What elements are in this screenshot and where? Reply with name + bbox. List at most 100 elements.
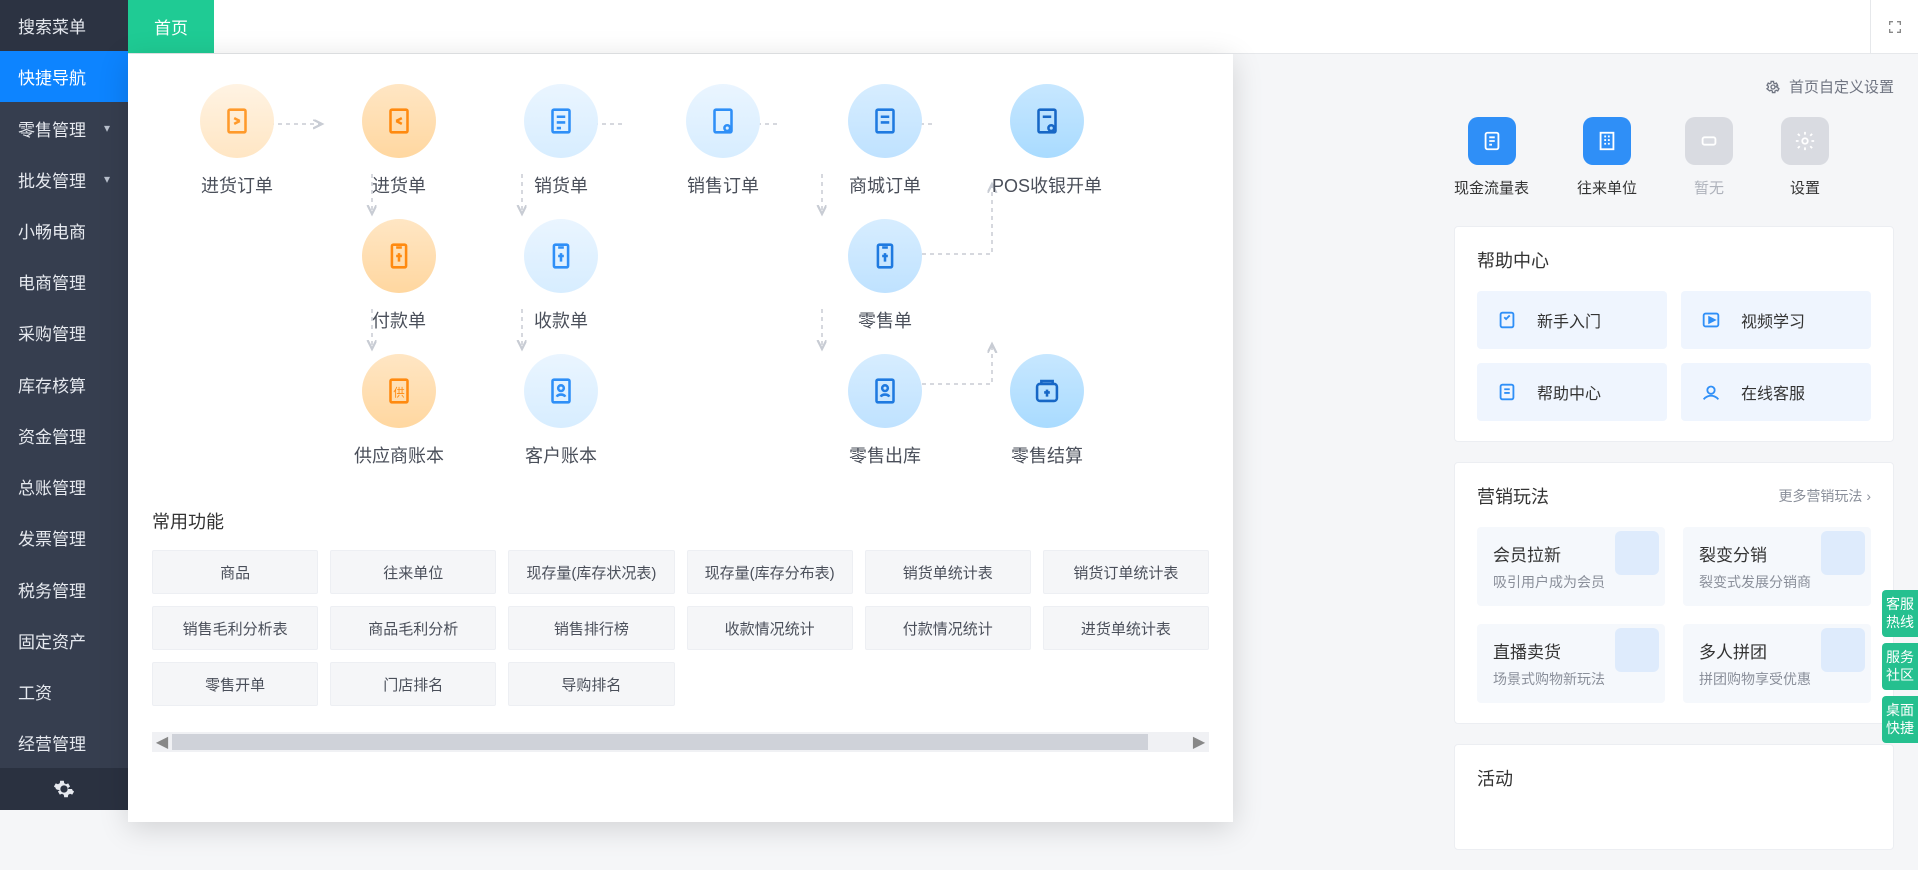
sidebar-item-inventory[interactable]: 库存核算 (0, 359, 128, 410)
flow-label: 收款单 (534, 307, 588, 333)
flow-payment[interactable]: 付款单 (314, 219, 484, 333)
flow-label: 商城订单 (849, 172, 921, 198)
document-icon (1493, 378, 1521, 406)
tab-home[interactable]: 首页 (128, 0, 214, 53)
side-floats: 客服热线 服务社区 桌面快捷 (1882, 590, 1918, 743)
common-btn[interactable]: 商品毛利分析 (330, 606, 496, 650)
help-label: 视频学习 (1741, 308, 1805, 332)
more-label: 更多营销玩法 (1778, 488, 1862, 504)
sidebar-item-retail[interactable]: 零售管理 ▾ (0, 102, 128, 153)
doc-lock-icon (686, 84, 760, 158)
common-btn[interactable]: 销货单统计表 (865, 550, 1031, 594)
side-community[interactable]: 服务社区 (1882, 643, 1918, 690)
common-btn[interactable]: 销售排行榜 (508, 606, 674, 650)
common-btn[interactable]: 收款情况统计 (687, 606, 853, 650)
sidebar-item-purchase[interactable]: 采购管理 (0, 307, 128, 358)
doc-in-icon (200, 84, 274, 158)
sidebar-item-wholesale[interactable]: 批发管理 ▾ (0, 154, 128, 205)
scroll-track[interactable] (172, 734, 1189, 750)
help-label: 在线客服 (1741, 380, 1805, 404)
scroll-thumb[interactable] (172, 734, 1148, 750)
sidebar-item-tax[interactable]: 税务管理 (0, 563, 128, 614)
common-btn[interactable]: 导购排名 (508, 662, 674, 706)
sidebar-item-label: 总账管理 (18, 474, 86, 499)
sidebar-item-biz[interactable]: 经营管理 (0, 717, 128, 768)
marketing-item-fission[interactable]: 裂变分销 裂变式发展分销商 (1683, 527, 1871, 606)
shortcut-empty[interactable]: 暂无 (1685, 117, 1733, 198)
common-btn[interactable]: 销货订单统计表 (1043, 550, 1209, 594)
svg-text:供: 供 (393, 386, 404, 400)
home-customize-label: 首页自定义设置 (1789, 76, 1894, 97)
flow-label: 客户账本 (525, 442, 597, 468)
sidebar-search[interactable]: 搜索菜单 (0, 0, 128, 51)
common-btn[interactable]: 往来单位 (330, 550, 496, 594)
common-btn[interactable]: 销售毛利分析表 (152, 606, 318, 650)
flow-purchase[interactable]: 进货单 (314, 84, 484, 198)
scroll-left-icon[interactable]: ◀ (152, 732, 172, 752)
sidebar-item-funds[interactable]: 资金管理 (0, 410, 128, 461)
sidebar-item-ecommerce[interactable]: 电商管理 (0, 256, 128, 307)
shortcut-cashflow[interactable]: 现金流量表 (1454, 117, 1529, 198)
home-customize-link[interactable]: 首页自定义设置 (1454, 54, 1894, 109)
sidebar-item-quicknav[interactable]: 快捷导航 (0, 51, 128, 102)
common-btn[interactable]: 门店排名 (330, 662, 496, 706)
help-video[interactable]: 视频学习 (1681, 291, 1871, 349)
sidebar-item-label: 批发管理 (18, 167, 86, 192)
flow-receipt[interactable]: 收款单 (476, 219, 646, 333)
common-btn[interactable]: 现存量(库存分布表) (687, 550, 853, 594)
flow-diagram: 进货订单 进货单 销货单 销售订单 商城订单 POS收银开单 (152, 84, 1209, 504)
side-desktop[interactable]: 桌面快捷 (1882, 696, 1918, 743)
help-beginner[interactable]: 新手入门 (1477, 291, 1667, 349)
flow-label: 进货订单 (201, 172, 273, 198)
horizontal-scrollbar[interactable]: ◀ ▶ (152, 732, 1209, 752)
flow-supplier-ledger[interactable]: 供 供应商账本 (314, 354, 484, 468)
common-grid: 商品 往来单位 现存量(库存状况表) 现存量(库存分布表) 销货单统计表 销货订… (152, 550, 1209, 706)
main-area: 首页自定义设置 现金流量表 往来单位 暂无 (128, 54, 1918, 810)
building-icon (1583, 117, 1631, 165)
flow-sales-order[interactable]: 销售订单 (638, 84, 808, 198)
common-title: 常用功能 (152, 508, 1209, 534)
help-label: 新手入门 (1537, 308, 1601, 332)
marketing-item-group[interactable]: 多人拼团 拼团购物享受优惠 (1683, 624, 1871, 703)
flow-retail-out[interactable]: 零售出库 (800, 354, 970, 468)
common-btn[interactable]: 商品 (152, 550, 318, 594)
common-btn[interactable]: 零售开单 (152, 662, 318, 706)
retail-icon (848, 219, 922, 293)
marketing-more-link[interactable]: 更多营销玩法 › (1778, 486, 1871, 506)
flow-mall-order[interactable]: 商城订单 (800, 84, 970, 198)
flow-customer-ledger[interactable]: 客户账本 (476, 354, 646, 468)
sidebar: 搜索菜单 快捷导航 零售管理 ▾ 批发管理 ▾ 小畅电商 电商管理 采购管理 库… (0, 0, 128, 810)
scroll-right-icon[interactable]: ▶ (1189, 732, 1209, 752)
flow-sales[interactable]: 销货单 (476, 84, 646, 198)
side-hotline[interactable]: 客服热线 (1882, 590, 1918, 637)
flow-retail-settle[interactable]: 零售结算 (962, 354, 1132, 468)
right-panel: 首页自定义设置 现金流量表 往来单位 暂无 (1454, 54, 1894, 870)
help-card: 帮助中心 新手入门 视频学习 帮助中心 在线客服 (1454, 226, 1894, 442)
sidebar-item-label: 小畅电商 (18, 218, 86, 243)
sidebar-item-fixedassets[interactable]: 固定资产 (0, 615, 128, 666)
mk-sub: 裂变式发展分销商 (1699, 572, 1855, 592)
shortcut-settings[interactable]: 设置 (1781, 117, 1829, 198)
sidebar-item-invoice[interactable]: 发票管理 (0, 512, 128, 563)
supplier-icon: 供 (362, 354, 436, 428)
sidebar-item-label: 快捷导航 (18, 64, 86, 89)
common-btn[interactable]: 现存量(库存状况表) (508, 550, 674, 594)
help-center[interactable]: 帮助中心 (1477, 363, 1667, 421)
flow-retail[interactable]: 零售单 (800, 219, 970, 333)
marketing-item-live[interactable]: 直播卖货 场景式购物新玩法 (1477, 624, 1665, 703)
sidebar-item-xcds[interactable]: 小畅电商 (0, 205, 128, 256)
help-support[interactable]: 在线客服 (1681, 363, 1871, 421)
top-shortcuts: 现金流量表 往来单位 暂无 设置 (1454, 109, 1894, 226)
flow-pos[interactable]: POS收银开单 (962, 84, 1132, 198)
fullscreen-button[interactable] (1870, 0, 1918, 53)
sidebar-search-label: 搜索菜单 (18, 13, 86, 38)
shortcut-contacts[interactable]: 往来单位 (1577, 117, 1637, 198)
sidebar-item-salary[interactable]: 工资 (0, 666, 128, 717)
flow-purchase-order[interactable]: 进货订单 (152, 84, 322, 198)
flow-label: 供应商账本 (354, 442, 444, 468)
sidebar-settings[interactable] (0, 768, 128, 810)
common-btn[interactable]: 付款情况统计 (865, 606, 1031, 650)
marketing-item-member[interactable]: 会员拉新 吸引用户成为会员 (1477, 527, 1665, 606)
sidebar-item-ledger[interactable]: 总账管理 (0, 461, 128, 512)
common-btn[interactable]: 进货单统计表 (1043, 606, 1209, 650)
